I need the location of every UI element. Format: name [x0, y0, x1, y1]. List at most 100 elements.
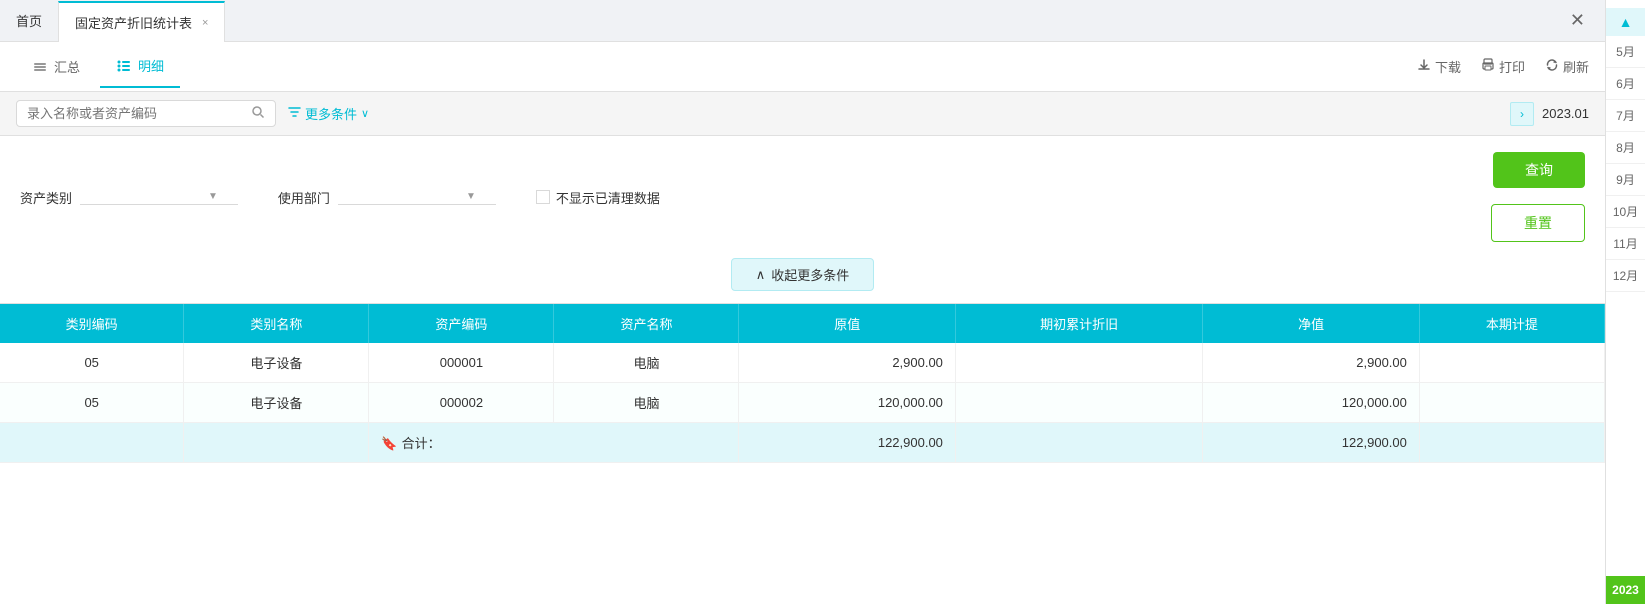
- department-select[interactable]: ▼: [338, 189, 496, 205]
- total-label-cell: 🔖 合计：: [369, 423, 739, 463]
- active-tab-label: 固定资产折旧统计表: [75, 13, 192, 32]
- col-initial-depreciation: 期初累计折旧: [955, 304, 1203, 343]
- table-cell: 120,000.00: [1203, 383, 1419, 423]
- tab-bar: 首页 固定资产折旧统计表 × ✕: [0, 0, 1605, 42]
- print-icon: [1481, 58, 1495, 75]
- refresh-button[interactable]: 刷新: [1545, 57, 1589, 76]
- search-input[interactable]: [27, 106, 245, 121]
- sidebar-scroll-up[interactable]: ▲: [1606, 8, 1645, 36]
- refresh-label: 刷新: [1563, 57, 1589, 76]
- sub-tab-bar: 汇总 明细: [0, 42, 1605, 92]
- filter-label: 更多条件: [305, 104, 357, 123]
- sidebar-months: 5月6月7月8月9月10月11月12月: [1606, 36, 1645, 292]
- list-icon: [116, 58, 132, 74]
- tab-close-icon[interactable]: ×: [202, 17, 208, 29]
- filter-row-1: 资产类别 ▼ 使用部门 ▼ 不显示已清理数据: [20, 152, 1585, 242]
- total-empty-1: [0, 423, 184, 463]
- table-wrapper: 类别编码 类别名称 资产编码 资产名称 原值 期初累计折旧 净值 本期计提 05…: [0, 304, 1605, 604]
- col-asset-code: 资产编码: [369, 304, 554, 343]
- col-asset-name: 资产名称: [554, 304, 739, 343]
- reset-button[interactable]: 重置: [1491, 204, 1585, 242]
- table-row: 05电子设备000002电脑120,000.00120,000.00: [0, 383, 1605, 423]
- sidebar-month-item[interactable]: 5月: [1606, 36, 1645, 68]
- data-table: 类别编码 类别名称 资产编码 资产名称 原值 期初累计折旧 净值 本期计提 05…: [0, 304, 1605, 463]
- col-original-value: 原值: [739, 304, 955, 343]
- print-label: 打印: [1499, 57, 1525, 76]
- sidebar-year[interactable]: 2023: [1606, 576, 1645, 604]
- sidebar-month-item[interactable]: 8月: [1606, 132, 1645, 164]
- query-button[interactable]: 查询: [1493, 152, 1585, 188]
- total-value-cell: [1419, 423, 1604, 463]
- search-bar-right: › 2023.01: [1510, 102, 1589, 126]
- search-input-wrapper[interactable]: [16, 100, 276, 127]
- tab-home[interactable]: 首页: [0, 0, 58, 42]
- date-nav-button[interactable]: ›: [1510, 102, 1534, 126]
- asset-category-label: 资产类别: [20, 188, 72, 207]
- col-current-depreciation: 本期计提: [1419, 304, 1604, 343]
- content-panel: 汇总 明细: [0, 42, 1605, 604]
- filter-icon: [288, 106, 301, 122]
- detail-tab-label: 明细: [138, 56, 164, 75]
- table-cell: 2,900.00: [739, 343, 955, 383]
- sub-tab-actions: 下载 打印: [1417, 57, 1589, 76]
- table-cell: 000002: [369, 383, 554, 423]
- download-button[interactable]: 下载: [1417, 57, 1461, 76]
- table-cell: [955, 343, 1203, 383]
- hide-cleared-field[interactable]: 不显示已清理数据: [536, 188, 660, 207]
- collapse-icon: ∧: [756, 267, 766, 283]
- col-category-code: 类别编码: [0, 304, 184, 343]
- asset-category-arrow: ▼: [208, 191, 218, 202]
- right-sidebar: ▲ 5月6月7月8月9月10月11月12月 2023: [1605, 0, 1645, 604]
- total-icon: 🔖: [381, 436, 397, 451]
- date-label: 2023.01: [1542, 106, 1589, 121]
- search-icon: [251, 105, 265, 122]
- filter-arrow: ∨: [361, 107, 369, 120]
- filter-panel: 资产类别 ▼ 使用部门 ▼ 不显示已清理数据: [0, 136, 1605, 304]
- total-row: 🔖 合计： 122,900.00 122,900.00: [0, 423, 1605, 463]
- summary-tab-label: 汇总: [54, 57, 80, 76]
- table-cell: 电子设备: [184, 343, 369, 383]
- collapse-button[interactable]: ∧ 收起更多条件: [731, 258, 875, 291]
- sidebar-month-item[interactable]: 11月: [1606, 228, 1645, 260]
- table-cell: 05: [0, 343, 184, 383]
- sidebar-month-item[interactable]: 9月: [1606, 164, 1645, 196]
- table-cell: [1419, 383, 1604, 423]
- sidebar-month-item[interactable]: 7月: [1606, 100, 1645, 132]
- total-value-cell: 122,900.00: [1203, 423, 1419, 463]
- total-value-cell: [955, 423, 1203, 463]
- asset-category-select[interactable]: ▼: [80, 189, 238, 205]
- sidebar-month-item[interactable]: 10月: [1606, 196, 1645, 228]
- refresh-icon: [1545, 58, 1559, 75]
- print-button[interactable]: 打印: [1481, 57, 1525, 76]
- table-cell: 电脑: [554, 383, 739, 423]
- window-close-button[interactable]: ✕: [1550, 0, 1605, 42]
- collapse-row: ∧ 收起更多条件: [20, 254, 1585, 295]
- col-net-value: 净值: [1203, 304, 1419, 343]
- total-text: 合计：: [402, 436, 441, 451]
- table-row: 05电子设备000001电脑2,900.002,900.00: [0, 343, 1605, 383]
- table-cell: 2,900.00: [1203, 343, 1419, 383]
- asset-category-field: 资产类别 ▼: [20, 188, 238, 207]
- download-label: 下载: [1435, 57, 1461, 76]
- tab-depreciation[interactable]: 固定资产折旧统计表 ×: [58, 1, 225, 43]
- hide-cleared-label: 不显示已清理数据: [556, 188, 660, 207]
- sidebar-month-item[interactable]: 12月: [1606, 260, 1645, 292]
- collapse-label: 收起更多条件: [771, 265, 849, 284]
- total-value-cell: 122,900.00: [739, 423, 955, 463]
- download-icon: [1417, 58, 1431, 75]
- layers-icon: [32, 59, 48, 75]
- table-cell: 电子设备: [184, 383, 369, 423]
- table-cell: 电脑: [554, 343, 739, 383]
- hide-cleared-checkbox[interactable]: [536, 190, 550, 204]
- sub-tabs: 汇总 明细: [16, 46, 180, 88]
- table-cell: 000001: [369, 343, 554, 383]
- sidebar-month-item[interactable]: 6月: [1606, 68, 1645, 100]
- tab-summary[interactable]: 汇总: [16, 46, 96, 88]
- filter-actions: 查询 重置: [1491, 152, 1585, 242]
- department-field: 使用部门 ▼: [278, 188, 496, 207]
- more-filters-button[interactable]: 更多条件 ∨: [288, 104, 369, 123]
- tab-detail[interactable]: 明细: [100, 46, 180, 88]
- total-empty-2: [184, 423, 369, 463]
- table-cell: [955, 383, 1203, 423]
- table-cell: 120,000.00: [739, 383, 955, 423]
